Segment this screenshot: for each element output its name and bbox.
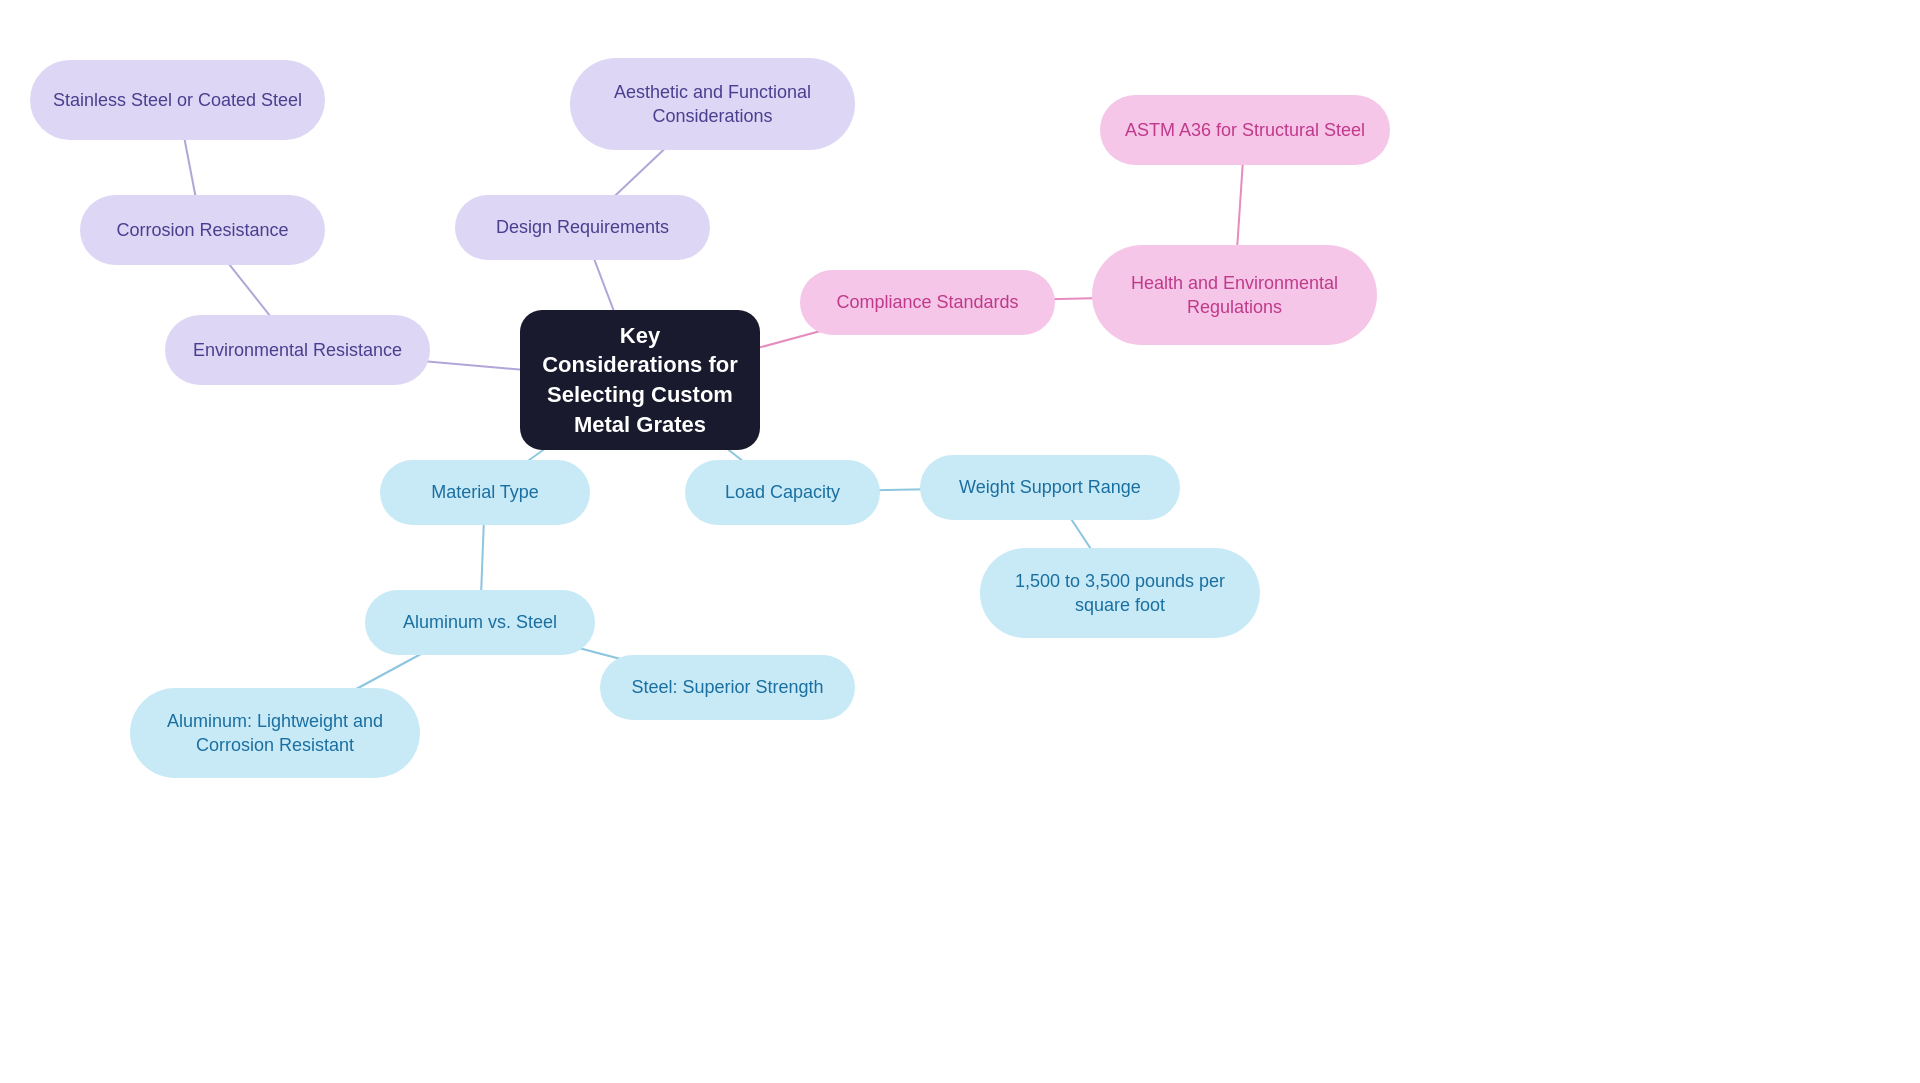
stainless-steel-node: Stainless Steel or Coated Steel: [30, 60, 325, 140]
design-req-node: Design Requirements: [455, 195, 710, 260]
alum-steel-node: Aluminum vs. Steel: [365, 590, 595, 655]
health-env-node: Health and Environmental Regulations: [1092, 245, 1377, 345]
steel-strength-node: Steel: Superior Strength: [600, 655, 855, 720]
astm-node: ASTM A36 for Structural Steel: [1100, 95, 1390, 165]
material-type-node: Material Type: [380, 460, 590, 525]
alum-lightweight-node: Aluminum: Lightweight and Corrosion Resi…: [130, 688, 420, 778]
center-node: Key Considerations for Selecting Custom …: [520, 310, 760, 450]
aesthetic-node: Aesthetic and Functional Considerations: [570, 58, 855, 150]
load-capacity-node: Load Capacity: [685, 460, 880, 525]
pounds-node: 1,500 to 3,500 pounds per square foot: [980, 548, 1260, 638]
corrosion-node: Corrosion Resistance: [80, 195, 325, 265]
compliance-node: Compliance Standards: [800, 270, 1055, 335]
env-resistance-node: Environmental Resistance: [165, 315, 430, 385]
weight-support-node: Weight Support Range: [920, 455, 1180, 520]
